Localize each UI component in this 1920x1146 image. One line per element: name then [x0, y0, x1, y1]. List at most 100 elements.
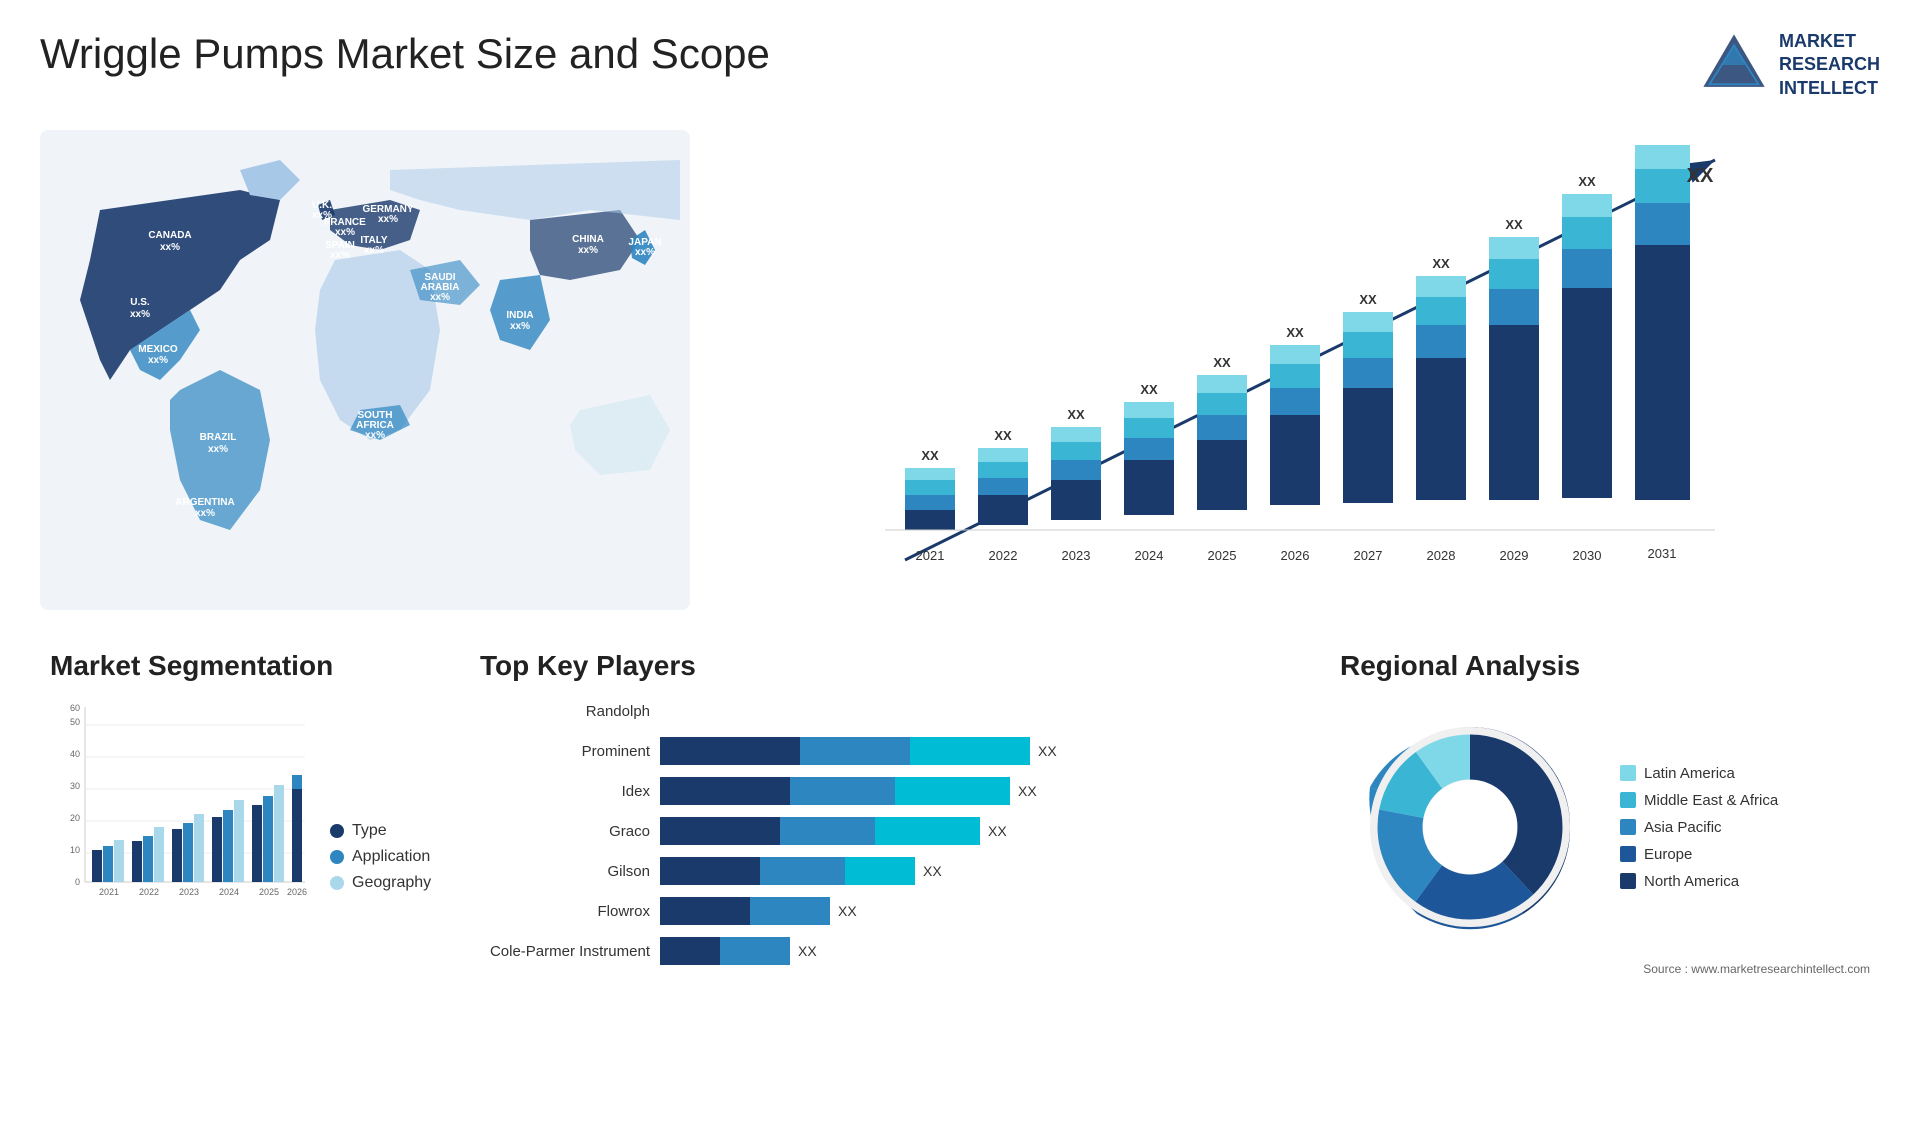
player-xx-flowrox: XX [838, 903, 857, 919]
svg-text:xx%: xx% [130, 309, 150, 320]
svg-text:XX: XX [1067, 407, 1085, 422]
label-asia-pacific: Asia Pacific [1644, 819, 1722, 836]
growth-chart-svg: XX 2021 XX 2022 XX 2023 [730, 140, 1860, 600]
svg-text:XX: XX [1140, 382, 1158, 397]
player-xx-graco: XX [988, 823, 1007, 839]
legend-type: Type [330, 822, 431, 840]
player-row-randolph: Randolph [480, 697, 1290, 725]
segmentation-section: Market Segmentation 0 10 20 30 40 [40, 640, 440, 987]
svg-text:2021: 2021 [916, 548, 945, 563]
donut-legend: Latin America Middle East & Africa Asia … [1620, 765, 1778, 890]
player-row-prominent: Prominent XX [480, 737, 1290, 765]
player-bar-idex: XX [660, 777, 1290, 805]
legend-geography-dot [330, 876, 344, 890]
bar-flowrox-seg2 [750, 897, 830, 925]
regional-section: Regional Analysis [1330, 640, 1880, 987]
svg-text:ARGENTINA: ARGENTINA [175, 497, 234, 508]
svg-text:XX: XX [1505, 217, 1523, 232]
player-xx-coleparmer: XX [798, 943, 817, 959]
color-north-america [1620, 873, 1636, 889]
player-xx-prominent: XX [1038, 743, 1057, 759]
legend-type-dot [330, 824, 344, 838]
label-middle-east: Middle East & Africa [1644, 792, 1778, 809]
bar-gilson-seg2 [760, 857, 845, 885]
main-content: CANADA xx% U.S. xx% MEXICO xx% BRAZIL xx… [40, 120, 1880, 987]
logo: MARKET RESEARCH INTELLECT [1699, 30, 1880, 100]
player-name-gilson: Gilson [480, 863, 650, 880]
logo-icon [1699, 30, 1769, 100]
player-row-flowrox: Flowrox XX [480, 897, 1290, 925]
map-section: CANADA xx% U.S. xx% MEXICO xx% BRAZIL xx… [40, 120, 690, 620]
bar-idex-seg3 [895, 777, 1010, 805]
segmentation-title: Market Segmentation [50, 650, 430, 682]
donut-hole [1423, 780, 1517, 874]
legend-application: Application [330, 848, 431, 866]
svg-text:2025: 2025 [259, 887, 279, 897]
player-xx-idex: XX [1018, 783, 1037, 799]
svg-text:xx%: xx% [365, 430, 385, 441]
player-bar-coleparmer: XX [660, 937, 1290, 965]
svg-text:xx%: xx% [635, 247, 655, 258]
regional-title: Regional Analysis [1340, 650, 1870, 682]
legend-application-label: Application [352, 848, 430, 866]
bar-chart-section: XX 2021 XX 2022 XX 2023 [710, 120, 1880, 620]
svg-text:20: 20 [70, 813, 80, 823]
svg-text:2031: 2031 [1648, 546, 1677, 561]
svg-text:xx%: xx% [330, 250, 350, 261]
svg-text:INDIA: INDIA [506, 310, 533, 321]
logo-text: MARKET RESEARCH INTELLECT [1779, 30, 1880, 100]
color-asia-pacific [1620, 819, 1636, 835]
svg-text:XX: XX [1286, 325, 1304, 340]
svg-text:xx%: xx% [378, 214, 398, 225]
bar-flowrox-seg1 [660, 897, 750, 925]
player-name-graco: Graco [480, 823, 650, 840]
player-bar-graco: XX [660, 817, 1290, 845]
color-europe [1620, 846, 1636, 862]
svg-text:2028: 2028 [1427, 548, 1456, 563]
bar-prominent-seg3 [910, 737, 1030, 765]
seg-chart-svg: 0 10 20 30 40 50 60 [50, 697, 310, 917]
player-name-coleparmer: Cole-Parmer Instrument [480, 943, 650, 960]
bar-coleparmer-seg1 [660, 937, 720, 965]
svg-text:2023: 2023 [179, 887, 199, 897]
svg-text:XX: XX [1213, 355, 1231, 370]
svg-text:XX: XX [1432, 256, 1450, 271]
player-name-randolph: Randolph [480, 703, 650, 720]
svg-text:XX: XX [921, 448, 939, 463]
svg-text:XX: XX [994, 428, 1012, 443]
bar-prominent-seg1 [660, 737, 800, 765]
legend-asia-pacific: Asia Pacific [1620, 819, 1778, 836]
svg-text:CHINA: CHINA [572, 234, 604, 245]
svg-text:XX: XX [1578, 174, 1596, 189]
legend-geography: Geography [330, 874, 431, 892]
page-container: Wriggle Pumps Market Size and Scope MARK… [0, 0, 1920, 1146]
svg-text:MEXICO: MEXICO [138, 344, 178, 355]
legend-north-america: North America [1620, 873, 1778, 890]
svg-text:2030: 2030 [1573, 548, 1602, 563]
svg-text:60: 60 [70, 703, 80, 713]
svg-text:2026: 2026 [287, 887, 307, 897]
legend-latin-america: Latin America [1620, 765, 1778, 782]
svg-text:xx%: xx% [195, 508, 215, 519]
bar-graco-seg2 [780, 817, 875, 845]
svg-text:U.S.: U.S. [130, 297, 150, 308]
svg-text:xx%: xx% [510, 321, 530, 332]
player-bar-flowrox: XX [660, 897, 1290, 925]
legend-middle-east-africa: Middle East & Africa [1620, 792, 1778, 809]
world-map-svg: CANADA xx% U.S. xx% MEXICO xx% BRAZIL xx… [40, 120, 690, 620]
svg-text:xx%: xx% [208, 444, 228, 455]
player-bar-gilson: XX [660, 857, 1290, 885]
bar-graco-seg3 [875, 817, 980, 845]
svg-text:xx%: xx% [430, 292, 450, 303]
player-row-coleparmer: Cole-Parmer Instrument XX [480, 937, 1290, 965]
donut-chart-svg [1340, 697, 1600, 957]
header: Wriggle Pumps Market Size and Scope MARK… [40, 30, 1880, 100]
bar-gilson-seg1 [660, 857, 760, 885]
svg-text:0: 0 [75, 877, 80, 887]
svg-text:50: 50 [70, 717, 80, 727]
label-europe: Europe [1644, 846, 1692, 863]
bar-idex-seg2 [790, 777, 895, 805]
player-name-prominent: Prominent [480, 743, 650, 760]
svg-text:2021: 2021 [99, 887, 119, 897]
svg-text:2024: 2024 [219, 887, 239, 897]
